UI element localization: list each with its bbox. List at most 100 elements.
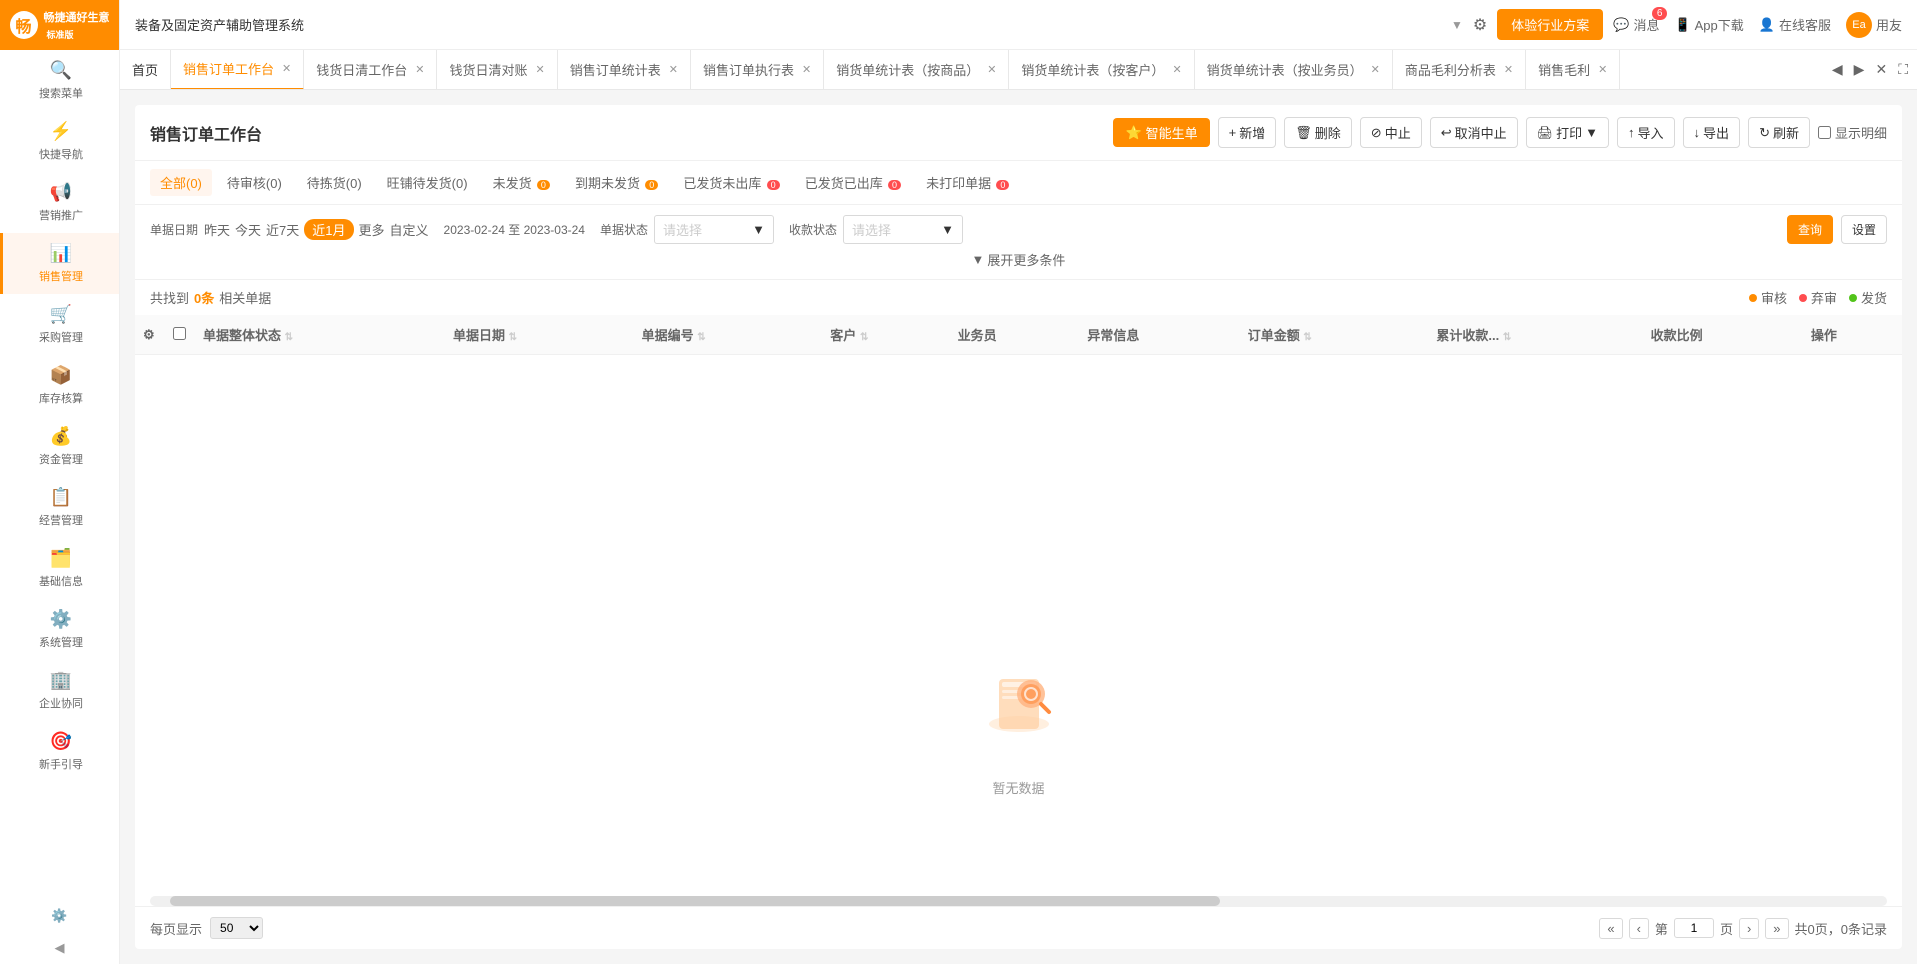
tab-sales-workbench[interactable]: 销售订单工作台 ✕ [171,50,304,90]
tab-close-icon[interactable]: ✕ [282,62,291,75]
date-range-input[interactable]: 2023-02-24 至 2023-03-24 [444,221,585,238]
subtab-not-shipped[interactable]: 未发货 0 [483,169,560,196]
next-page-btn[interactable]: › [1739,918,1759,939]
tab-sales-exec[interactable]: 销售订单执行表 ✕ [691,50,824,90]
subtab-shipped-not-out[interactable]: 已发货未出库 0 [673,169,789,196]
tab-cash-reconcile[interactable]: 钱货日清对账 ✕ [437,50,557,90]
tab-nav-prev-btn[interactable]: ◀ [1828,57,1847,82]
sidebar-item-enterprise[interactable]: 🏢 企业协同 [0,660,119,721]
subtab-wangpu[interactable]: 旺铺待发货(0) [377,169,478,196]
explore-industry-btn[interactable]: 体验行业方案 [1497,9,1603,40]
subtab-shipped-out[interactable]: 已发货已出库 0 [795,169,911,196]
sidebar-item-finance[interactable]: 💰 资金管理 [0,416,119,477]
horizontal-scrollbar[interactable] [150,896,1887,906]
tab-close-icon[interactable]: ✕ [1172,63,1181,76]
select-all-checkbox[interactable] [173,327,186,340]
th-status[interactable]: 单据整体状态 ⇅ [195,315,445,355]
per-page-select[interactable]: 50 100 200 [210,917,263,939]
ship-dot-icon [1849,294,1857,302]
import-btn[interactable]: ↑ 导入 [1617,117,1675,148]
header-settings-icon[interactable]: ⚙ [1473,15,1487,35]
page-input[interactable] [1674,918,1714,938]
cancel-pause-btn[interactable]: ↩ 取消中止 [1430,117,1518,148]
subtab-pending-inspect[interactable]: 待拣货(0) [297,169,372,196]
tab-close-icon[interactable]: ✕ [987,63,996,76]
shortcut-custom[interactable]: 自定义 [390,220,429,239]
tab-sales-stats[interactable]: 销售订单统计表 ✕ [558,50,691,90]
sidebar-settings-btn[interactable]: ⚙️ [0,900,119,932]
th-checkbox[interactable] [165,315,195,355]
tab-close-icon[interactable]: ✕ [1371,63,1380,76]
sidebar-item-basic[interactable]: 🗂️ 基础信息 [0,538,119,599]
th-customer[interactable]: 客户 ⇅ [822,315,949,355]
review-action[interactable]: 审核 [1749,288,1787,307]
tab-cash-daily[interactable]: 钱货日清工作台 ✕ [304,50,437,90]
prev-page-btn[interactable]: ‹ [1629,918,1649,939]
print-btn[interactable]: 🖨 打印 ▼ [1526,117,1609,148]
subtab-all[interactable]: 全部(0) [150,169,212,196]
reject-action[interactable]: 弃审 [1799,288,1837,307]
sidebar-item-search[interactable]: 🔍 搜索菜单 [0,50,119,111]
tab-product-margin[interactable]: 商品毛利分析表 ✕ [1393,50,1526,90]
tab-nav-next-btn[interactable]: ▶ [1850,57,1869,82]
tab-label: 销货单统计表（按客户） [1021,60,1164,79]
tab-maximize-btn[interactable]: ⛶ [1894,57,1912,82]
show-detail-input[interactable] [1818,126,1831,139]
th-collected[interactable]: 累计收款... ⇅ [1428,315,1642,355]
pause-btn[interactable]: ⊘ 中止 [1360,117,1422,148]
tab-close-icon[interactable]: ✕ [1598,63,1607,76]
expand-conditions-btn[interactable]: ▼ 展开更多条件 [150,250,1887,269]
ship-action[interactable]: 发货 [1849,288,1887,307]
sidebar-item-guide[interactable]: 🎯 新手引导 [0,721,119,782]
smart-create-btn[interactable]: ⭐ 智能生单 [1113,118,1209,147]
tab-close-icon[interactable]: ✕ [669,63,678,76]
sidebar-item-sales[interactable]: 📊 销售管理 [0,233,119,294]
collect-status-select[interactable]: 请选择 ▼ [843,215,963,244]
shortcut-more[interactable]: 更多 [359,220,385,239]
last-page-btn[interactable]: » [1765,918,1788,939]
delete-btn[interactable]: 🗑 删除 [1284,117,1352,148]
status-select[interactable]: 请选择 ▼ [654,215,774,244]
shortcut-today[interactable]: 今天 [235,220,261,239]
dropdown-arrow-icon[interactable]: ▼ [1451,18,1463,32]
sidebar-item-quicknav[interactable]: ⚡ 快捷导航 [0,111,119,172]
tab-sales-by-staff[interactable]: 销货单统计表（按业务员） ✕ [1195,50,1393,90]
shortcut-7days[interactable]: 近7天 [266,220,299,239]
tab-close-icon[interactable]: ✕ [536,63,545,76]
show-detail-checkbox[interactable]: 显示明细 [1818,123,1887,142]
tab-close-icon[interactable]: ✕ [1504,63,1513,76]
th-date[interactable]: 单据日期 ⇅ [445,315,634,355]
export-btn[interactable]: ↓ 导出 [1683,117,1741,148]
query-btn[interactable]: 查询 [1787,215,1833,244]
first-page-btn[interactable]: « [1599,918,1622,939]
online-service-btn[interactable]: 👤 在线客服 [1759,15,1831,34]
sidebar-item-system[interactable]: ⚙️ 系统管理 [0,599,119,660]
tab-sales-profit[interactable]: 销售毛利 ✕ [1526,50,1620,90]
tab-close-icon[interactable]: ✕ [415,63,424,76]
subtab-overdue-ship[interactable]: 到期未发货 0 [565,169,668,196]
sidebar-item-inventory[interactable]: 📦 库存核算 [0,355,119,416]
tab-home[interactable]: 首页 [120,50,171,90]
shortcut-1month[interactable]: 近1月 [304,219,353,240]
th-number[interactable]: 单据编号 ⇅ [634,315,823,355]
tab-sales-by-product[interactable]: 销货单统计表（按商品） ✕ [824,50,1009,90]
sidebar-item-marketing[interactable]: 📢 营销推广 [0,172,119,233]
sidebar-item-purchase[interactable]: 🛒 采购管理 [0,294,119,355]
subtab-not-printed[interactable]: 未打印单据 0 [916,169,1019,196]
sidebar-item-operations[interactable]: 📋 经营管理 [0,477,119,538]
refresh-btn[interactable]: ↻ 刷新 [1748,117,1810,148]
tab-close-all-btn[interactable]: ✕ [1871,57,1891,82]
add-btn[interactable]: + 新增 [1218,117,1277,148]
shortcut-yesterday[interactable]: 昨天 [204,220,230,239]
subtab-pending-review[interactable]: 待审核(0) [217,169,292,196]
sidebar-collapse-btn[interactable]: ◀ [0,932,119,964]
message-btn[interactable]: 💬 消息 6 [1613,15,1659,34]
user-menu[interactable]: Ea 用友 [1846,12,1902,38]
th-amount[interactable]: 订单金额 ⇅ [1240,315,1429,355]
th-settings[interactable]: ⚙ [135,315,165,355]
scrollbar-thumb[interactable] [170,896,1220,906]
filter-settings-btn[interactable]: 设置 [1841,215,1887,244]
tab-sales-by-customer[interactable]: 销货单统计表（按客户） ✕ [1009,50,1194,90]
app-download-btn[interactable]: 📱 App下载 [1674,15,1743,34]
tab-close-icon[interactable]: ✕ [802,63,811,76]
